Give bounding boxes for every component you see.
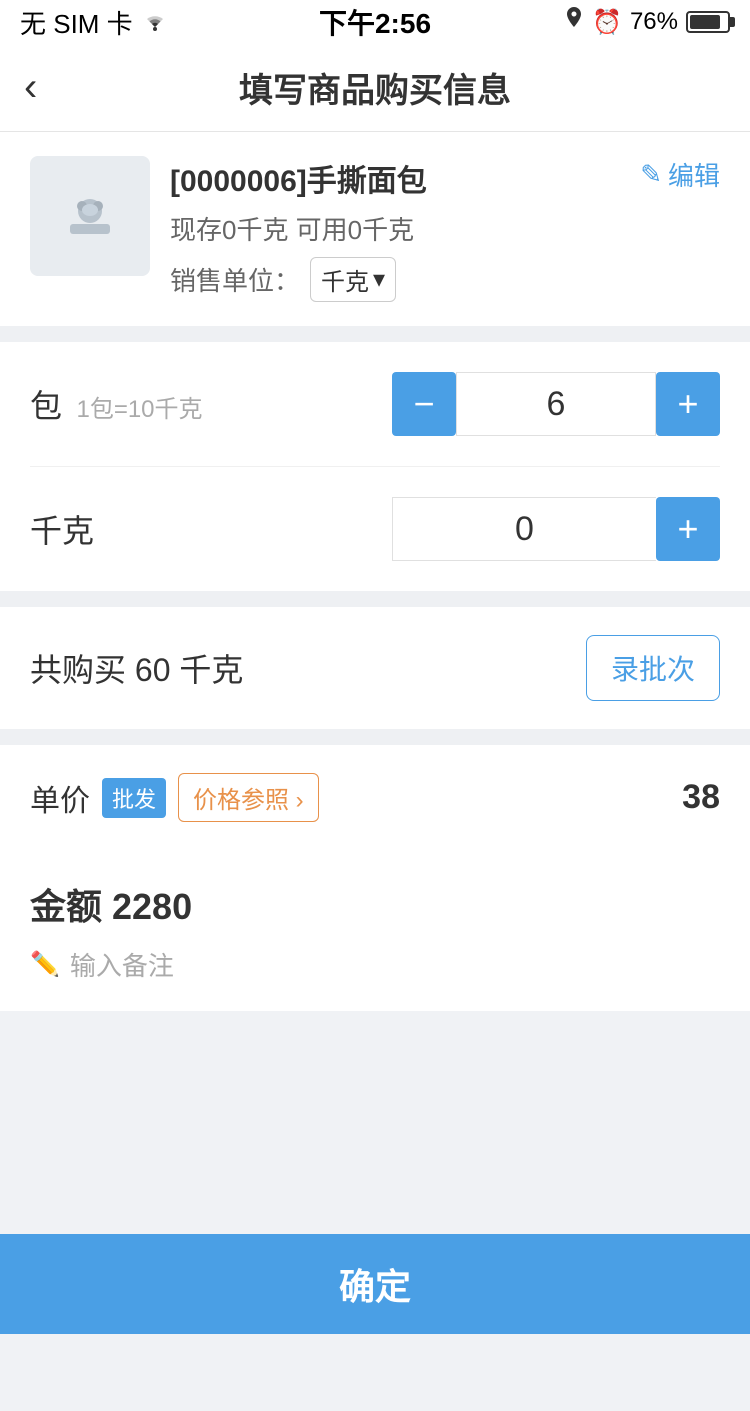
kg-quantity-row: 千克 + <box>30 467 720 591</box>
section-divider-2 <box>0 591 750 607</box>
status-left: 无 SIM 卡 <box>20 4 169 41</box>
package-label-group: 包 1包=10千克 <box>30 381 203 427</box>
empty-space <box>0 1011 750 1411</box>
alarm-icon: ⏰ <box>592 8 622 37</box>
wifi-icon <box>141 7 169 38</box>
batch-button[interactable]: 录批次 <box>586 635 720 701</box>
amount-row: 金额 2280 <box>30 878 720 930</box>
price-value: 38 <box>682 778 720 817</box>
battery-icon <box>686 11 730 33</box>
unit-label: 销售单位： <box>170 261 300 298</box>
carrier-text: 无 SIM 卡 <box>20 4 133 41</box>
product-image <box>30 156 150 276</box>
kg-label: 千克 <box>30 513 94 549</box>
section-divider-1 <box>0 326 750 342</box>
confirm-text: 确定 <box>339 1258 411 1310</box>
product-stock: 现存0千克 可用0千克 <box>170 210 720 247</box>
kg-label-group: 千克 <box>30 506 94 552</box>
unit-select[interactable]: 千克 ▾ <box>310 257 396 302</box>
status-time: 下午2:56 <box>319 2 431 42</box>
product-name: [0000006]手撕面包 <box>170 156 720 200</box>
section-divider-3 <box>0 729 750 745</box>
price-ref-button[interactable]: 价格参照 › <box>178 773 319 822</box>
location-icon <box>564 7 584 38</box>
edit-icon: ✎ <box>640 159 662 190</box>
total-section: 共购买 60 千克 录批次 <box>0 607 750 729</box>
back-button[interactable]: ‹ <box>24 65 37 110</box>
product-card: [0000006]手撕面包 现存0千克 可用0千克 销售单位： 千克 ▾ <box>0 132 750 326</box>
package-quantity-row: 包 1包=10千克 − + <box>30 342 720 467</box>
status-bar: 无 SIM 卡 下午2:56 ⏰ 76% <box>0 0 750 44</box>
status-right: ⏰ 76% <box>564 7 730 38</box>
package-minus-button[interactable]: − <box>392 372 456 436</box>
product-info: [0000006]手撕面包 现存0千克 可用0千克 销售单位： 千克 ▾ <box>170 156 720 302</box>
package-plus-button[interactable]: + <box>656 372 720 436</box>
price-tag: 批发 <box>102 778 166 818</box>
amount-label: 金额 <box>30 886 112 927</box>
package-label: 包 <box>30 388 62 424</box>
note-label: 输入备注 <box>70 946 174 983</box>
kg-qty-input[interactable] <box>392 497 656 561</box>
package-hint: 1包=10千克 <box>76 396 202 423</box>
nav-bar: ‹ 填写商品购买信息 <box>0 44 750 132</box>
battery-text: 76% <box>630 8 678 36</box>
product-card-wrapper: [0000006]手撕面包 现存0千克 可用0千克 销售单位： 千克 ▾ ✎ 编… <box>0 132 750 326</box>
edit-button[interactable]: ✎ 编辑 <box>640 156 720 193</box>
package-qty-controls: − + <box>392 372 720 436</box>
price-label: 单价 <box>30 776 90 820</box>
chevron-down-icon: ▾ <box>373 265 385 294</box>
quantity-section: 包 1包=10千克 − + 千克 + <box>0 342 750 591</box>
kg-qty-controls: + <box>392 497 720 561</box>
price-section: 单价 批发 价格参照 › 38 <box>0 745 750 850</box>
kg-plus-button[interactable]: + <box>656 497 720 561</box>
amount-section: 金额 2280 ✏️ 输入备注 <box>0 850 750 1011</box>
pencil-icon: ✏️ <box>30 950 60 979</box>
total-text: 共购买 60 千克 <box>30 645 243 691</box>
confirm-bar[interactable]: 确定 <box>0 1234 750 1334</box>
page-title: 填写商品购买信息 <box>239 63 511 112</box>
package-qty-input[interactable] <box>456 372 656 436</box>
product-unit-row: 销售单位： 千克 ▾ <box>170 257 720 302</box>
amount-value: 2280 <box>112 886 192 927</box>
price-left: 单价 批发 价格参照 › <box>30 773 319 822</box>
note-row[interactable]: ✏️ 输入备注 <box>30 946 720 983</box>
